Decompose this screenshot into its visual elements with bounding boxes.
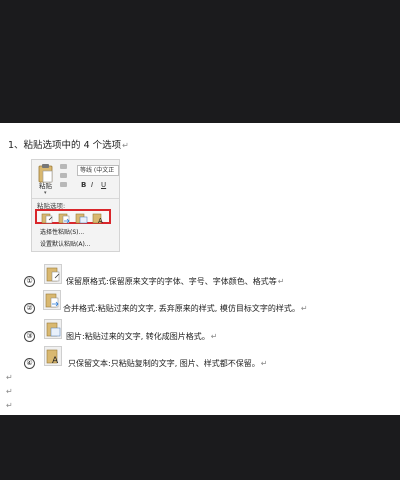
paste-panel: 粘贴 ▾ 等线 (中文正 B I U 粘贴选项: A 选择性粘贴(S)... 设… [31,159,120,252]
clipboard-tools [60,164,70,191]
underline-button[interactable]: U [101,181,106,189]
option-description: 粘贴过来的文字, 转化成图片格式。 [84,332,210,341]
option-description: 粘贴过来的文字, 丢弃原来的样式, 模仿目标文字的样式。 [97,304,300,313]
format-painter-icon[interactable] [60,182,67,187]
paragraph-mark: ↵ [122,141,129,150]
paste-picture-icon [44,319,62,339]
keep-source-formatting-icon[interactable] [41,212,54,224]
keep-text-only-icon: A [44,346,62,366]
paragraph-mark: ↵ [260,359,268,368]
paragraph-mark: ↵ [210,332,218,341]
font-name-select[interactable]: 等线 (中文正 [77,165,119,176]
merge-formatting-icon[interactable] [58,212,71,224]
document-page: 1、粘贴选项中的 4 个选项↵ 粘贴 ▾ 等线 (中文正 B I U 粘贴选项: [0,123,400,415]
list-item: 合并格式:粘贴过来的文字, 丢弃原来的样式, 模仿目标文字的样式。↵ [63,303,308,314]
option-name: 只保留文本: [68,359,111,368]
list-item: 只保留文本:只粘贴复制的文字, 图片、样式都不保留。↵ [68,358,268,369]
merge-formatting-icon [43,290,61,310]
italic-button[interactable]: I [91,181,93,189]
option-description: 只粘贴复制的文字, 图片、样式都不保留。 [110,359,260,368]
divider [32,198,119,199]
paragraph-mark: ↵ [277,277,285,286]
set-default-paste-menu-item[interactable]: 设置默认粘贴(A)... [40,239,91,248]
paste-special-menu-item[interactable]: 选择性粘贴(S)... [40,227,84,236]
option-number: ④ [24,358,35,369]
bold-button[interactable]: B [81,181,86,189]
heading-text: 1、粘贴选项中的 4 个选项 [8,140,122,151]
option-name: 合并格式: [63,304,98,313]
option-number: ① [24,276,35,287]
keep-text-only-icon[interactable]: A [92,212,105,224]
paragraph-mark: ↵ [6,387,13,396]
option-number: ② [24,303,35,314]
list-item: 保留原格式:保留原来文字的字体、字号、字体颜色、格式等↵ [66,276,284,287]
paragraph-mark: ↵ [300,304,308,313]
option-name: 图片: [66,332,85,341]
cut-icon[interactable] [60,164,67,169]
paste-button-label[interactable]: 粘贴 [39,180,52,190]
list-item: 图片:粘贴过来的文字, 转化成图片格式。↵ [66,331,218,342]
paragraph-mark: ↵ [6,401,13,410]
copy-icon[interactable] [60,173,67,178]
option-description: 保留原来文字的字体、字号、字体颜色、格式等 [108,277,277,286]
option-number: ③ [24,331,35,342]
chevron-down-icon[interactable]: ▾ [44,190,47,196]
paste-picture-icon[interactable] [75,212,88,224]
keep-source-formatting-icon [44,264,62,284]
paste-options-highlight: A [35,209,111,224]
svg-text:A: A [52,356,59,365]
svg-text:A: A [98,217,103,224]
paragraph-mark: ↵ [6,373,13,382]
option-name: 保留原格式: [66,277,109,286]
section-heading: 1、粘贴选项中的 4 个选项↵ [8,137,129,151]
